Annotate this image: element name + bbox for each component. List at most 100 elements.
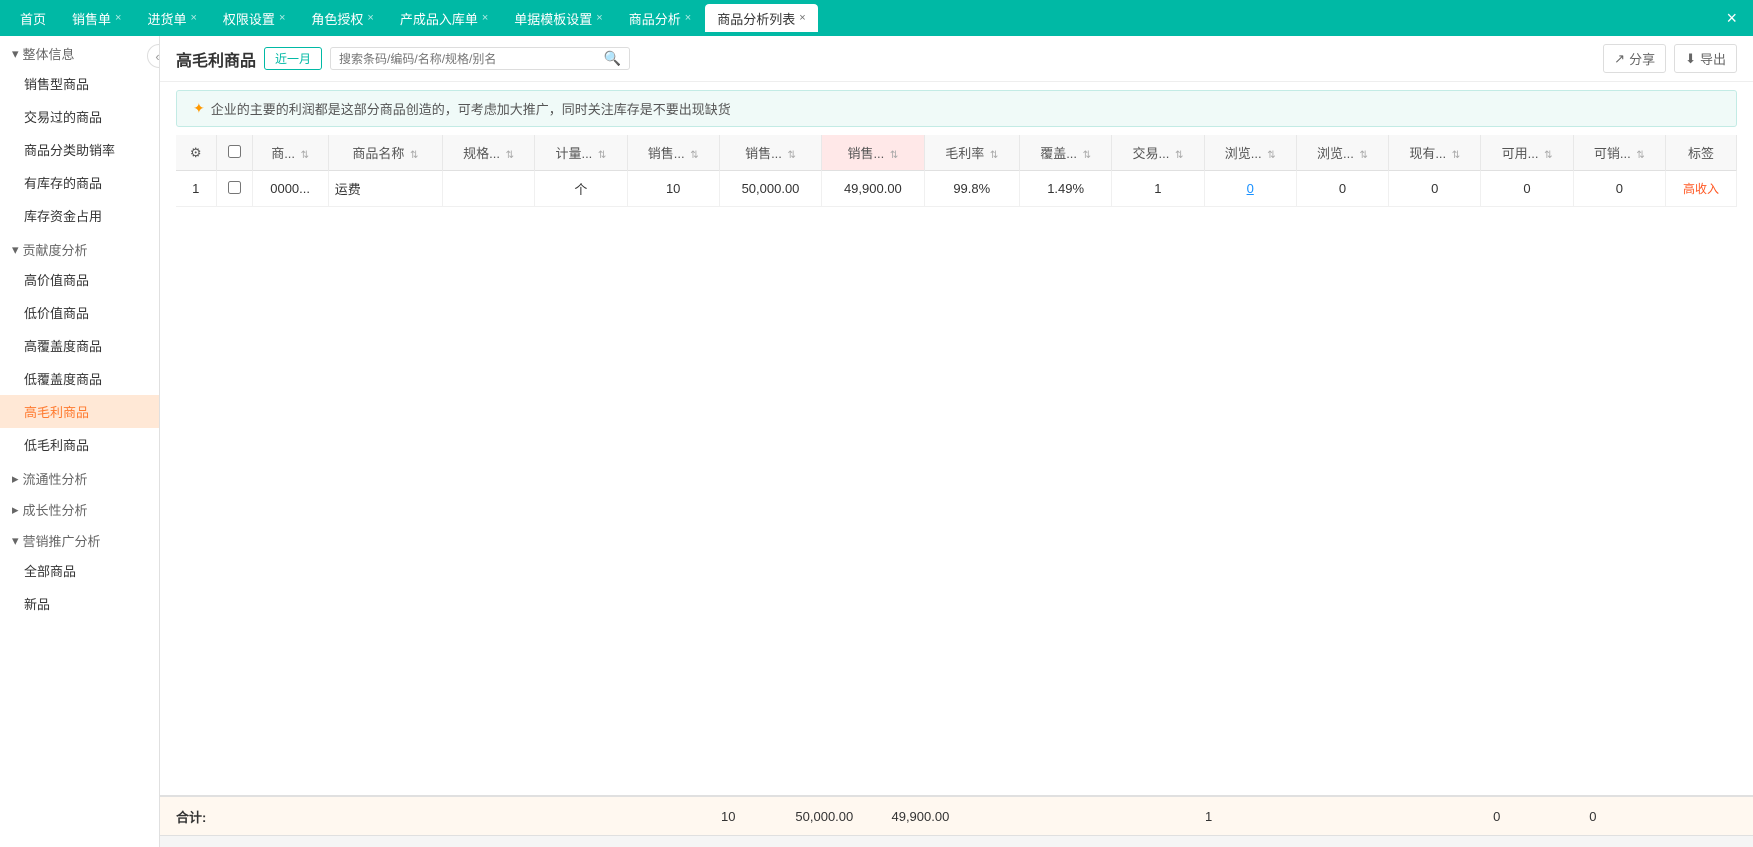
sort-icon: ⇅ <box>598 150 606 161</box>
cell-checkbox[interactable] <box>216 171 252 207</box>
sidebar-item-new-products[interactable]: 新品 <box>0 587 159 620</box>
sidebar-group-contribution[interactable]: ▾ 贡献度分析 <box>0 232 159 263</box>
top-nav: 首页 销售单 × 进货单 × 权限设置 × 角色授权 × 产成品入库单 × 单据… <box>0 0 1753 36</box>
col-checkbox <box>216 135 252 171</box>
cell-unit: 个 <box>535 171 627 207</box>
chevron-down-icon: ▾ <box>12 46 19 62</box>
sidebar-group-marketing[interactable]: ▾ 营销推广分析 <box>0 523 159 554</box>
settings-icon[interactable]: ⚙ <box>190 145 202 160</box>
col-current-stock[interactable]: 现有... ⇅ <box>1389 135 1481 171</box>
col-unit[interactable]: 计量... ⇅ <box>535 135 627 171</box>
sidebar-item-high-margin[interactable]: 高毛利商品 <box>0 395 159 428</box>
cell-browse1[interactable]: 0 <box>1204 171 1296 207</box>
sidebar-group-circulation[interactable]: ▸ 流通性分析 <box>0 461 159 492</box>
tab-permission-settings[interactable]: 权限设置 × <box>211 4 297 32</box>
sidebar-item-stock-capital[interactable]: 库存资金占用 <box>0 199 159 232</box>
cell-gross-rate: 99.8% <box>924 171 1019 207</box>
sort-icon: ⇅ <box>890 150 898 161</box>
share-button[interactable]: ↗ 分享 <box>1603 44 1666 73</box>
sidebar-item-traded-products[interactable]: 交易过的商品 <box>0 100 159 133</box>
export-button[interactable]: ⬇ 导出 <box>1674 44 1737 73</box>
col-available-stock[interactable]: 可用... ⇅ <box>1481 135 1573 171</box>
close-icon[interactable]: × <box>115 12 121 24</box>
cell-saleable-stock: 0 <box>1573 171 1665 207</box>
close-icon[interactable]: × <box>685 12 691 24</box>
horizontal-scrollbar[interactable] <box>160 835 1753 847</box>
col-spec[interactable]: 规格... ⇅ <box>442 135 534 171</box>
tab-product-analysis-list[interactable]: 商品分析列表 × <box>705 4 817 32</box>
footer-sales-amount: 50,000.00 <box>776 809 872 824</box>
sort-icon: ⇅ <box>1267 150 1275 161</box>
tab-template-settings[interactable]: 单据模板设置 × <box>502 4 614 32</box>
col-name[interactable]: 商品名称 ⇅ <box>328 135 442 171</box>
tab-home[interactable]: 首页 <box>8 4 58 32</box>
chevron-right-icon: ▸ <box>12 502 19 518</box>
tab-role-auth[interactable]: 角色授权 × <box>299 4 385 32</box>
tag-badge: 高收入 <box>1683 182 1719 196</box>
data-table: ⚙ 商... ⇅ 商品名称 ⇅ <box>176 135 1737 207</box>
sidebar-item-stocked-products[interactable]: 有库存的商品 <box>0 166 159 199</box>
col-gross-rate[interactable]: 毛利率 ⇅ <box>924 135 1019 171</box>
sidebar-item-low-margin[interactable]: 低毛利商品 <box>0 428 159 461</box>
sidebar-item-low-coverage[interactable]: 低覆盖度商品 <box>0 362 159 395</box>
table-header-row: ⚙ 商... ⇅ 商品名称 ⇅ <box>176 135 1737 171</box>
close-icon[interactable]: × <box>190 12 196 24</box>
sort-icon: ⇅ <box>690 150 698 161</box>
cell-transaction: 1 <box>1112 171 1204 207</box>
row-checkbox[interactable] <box>228 181 241 194</box>
close-icon[interactable]: × <box>367 12 373 24</box>
cell-current-stock: 0 <box>1389 171 1481 207</box>
col-coverage[interactable]: 覆盖... ⇅ <box>1019 135 1111 171</box>
search-box: 🔍 <box>330 47 630 70</box>
select-all-checkbox[interactable] <box>228 145 241 158</box>
sidebar-item-high-coverage[interactable]: 高覆盖度商品 <box>0 329 159 362</box>
cell-sales-amount: 50,000.00 <box>719 171 821 207</box>
export-icon: ⬇ <box>1685 51 1696 67</box>
window-close-button[interactable]: × <box>1718 8 1745 29</box>
search-icon[interactable]: 🔍 <box>604 50 621 67</box>
close-icon[interactable]: × <box>482 12 488 24</box>
sort-icon: ⇅ <box>1636 150 1644 161</box>
tab-product-inbound[interactable]: 产成品入库单 × <box>388 4 500 32</box>
sidebar-item-sales-products[interactable]: 销售型商品 <box>0 67 159 100</box>
footer-available-stock: 0 <box>1545 809 1641 824</box>
tab-sales-order[interactable]: 销售单 × <box>60 4 133 32</box>
sidebar-item-low-value[interactable]: 低价值商品 <box>0 296 159 329</box>
main-layout: « ▾ 整体信息 销售型商品 交易过的商品 商品分类助销率 有库存的商品 库存资… <box>0 36 1753 847</box>
cell-spec <box>442 171 534 207</box>
close-icon[interactable]: × <box>799 12 805 24</box>
sidebar-item-high-value[interactable]: 高价值商品 <box>0 263 159 296</box>
sort-icon: ⇅ <box>1175 150 1183 161</box>
tab-purchase-order[interactable]: 进货单 × <box>135 4 208 32</box>
col-browse1[interactable]: 浏览... ⇅ <box>1204 135 1296 171</box>
page-title: 高毛利商品 <box>176 47 256 71</box>
footer-current-stock: 0 <box>1449 809 1545 824</box>
close-icon[interactable]: × <box>279 12 285 24</box>
sort-icon: ⇅ <box>990 150 998 161</box>
col-sales-qty[interactable]: 销售... ⇅ <box>627 135 719 171</box>
sidebar-group-overall[interactable]: ▾ 整体信息 <box>0 36 159 67</box>
footer-transaction: 1 <box>1161 809 1257 824</box>
content-header: 高毛利商品 近一月 🔍 ↗ 分享 ⬇ 导出 <box>160 36 1753 82</box>
sidebar-item-category-assist-rate[interactable]: 商品分类助销率 <box>0 133 159 166</box>
tab-product-analysis[interactable]: 商品分析 × <box>617 4 703 32</box>
col-saleable-stock[interactable]: 可销... ⇅ <box>1573 135 1665 171</box>
sort-icon: ⇅ <box>1360 150 1368 161</box>
close-icon[interactable]: × <box>596 12 602 24</box>
sort-icon: ⇅ <box>1452 150 1460 161</box>
sidebar-item-all-products[interactable]: 全部商品 <box>0 554 159 587</box>
col-sales-profit[interactable]: 销售... ⇅ <box>822 135 924 171</box>
cell-name: 运费 <box>328 171 442 207</box>
sidebar-group-growth[interactable]: ▸ 成长性分析 <box>0 492 159 523</box>
footer-sales-qty: 10 <box>680 809 776 824</box>
cell-tag: 高收入 <box>1665 171 1736 207</box>
col-sales-amount[interactable]: 销售... ⇅ <box>719 135 821 171</box>
col-browse2[interactable]: 浏览... ⇅ <box>1296 135 1388 171</box>
col-seq: ⚙ <box>176 135 216 171</box>
cell-sales-profit: 49,900.00 <box>822 171 924 207</box>
col-code[interactable]: 商... ⇅ <box>252 135 328 171</box>
chevron-right-icon: ▸ <box>12 471 19 487</box>
col-transaction[interactable]: 交易... ⇅ <box>1112 135 1204 171</box>
time-filter-button[interactable]: 近一月 <box>264 47 322 70</box>
search-input[interactable] <box>339 52 600 66</box>
